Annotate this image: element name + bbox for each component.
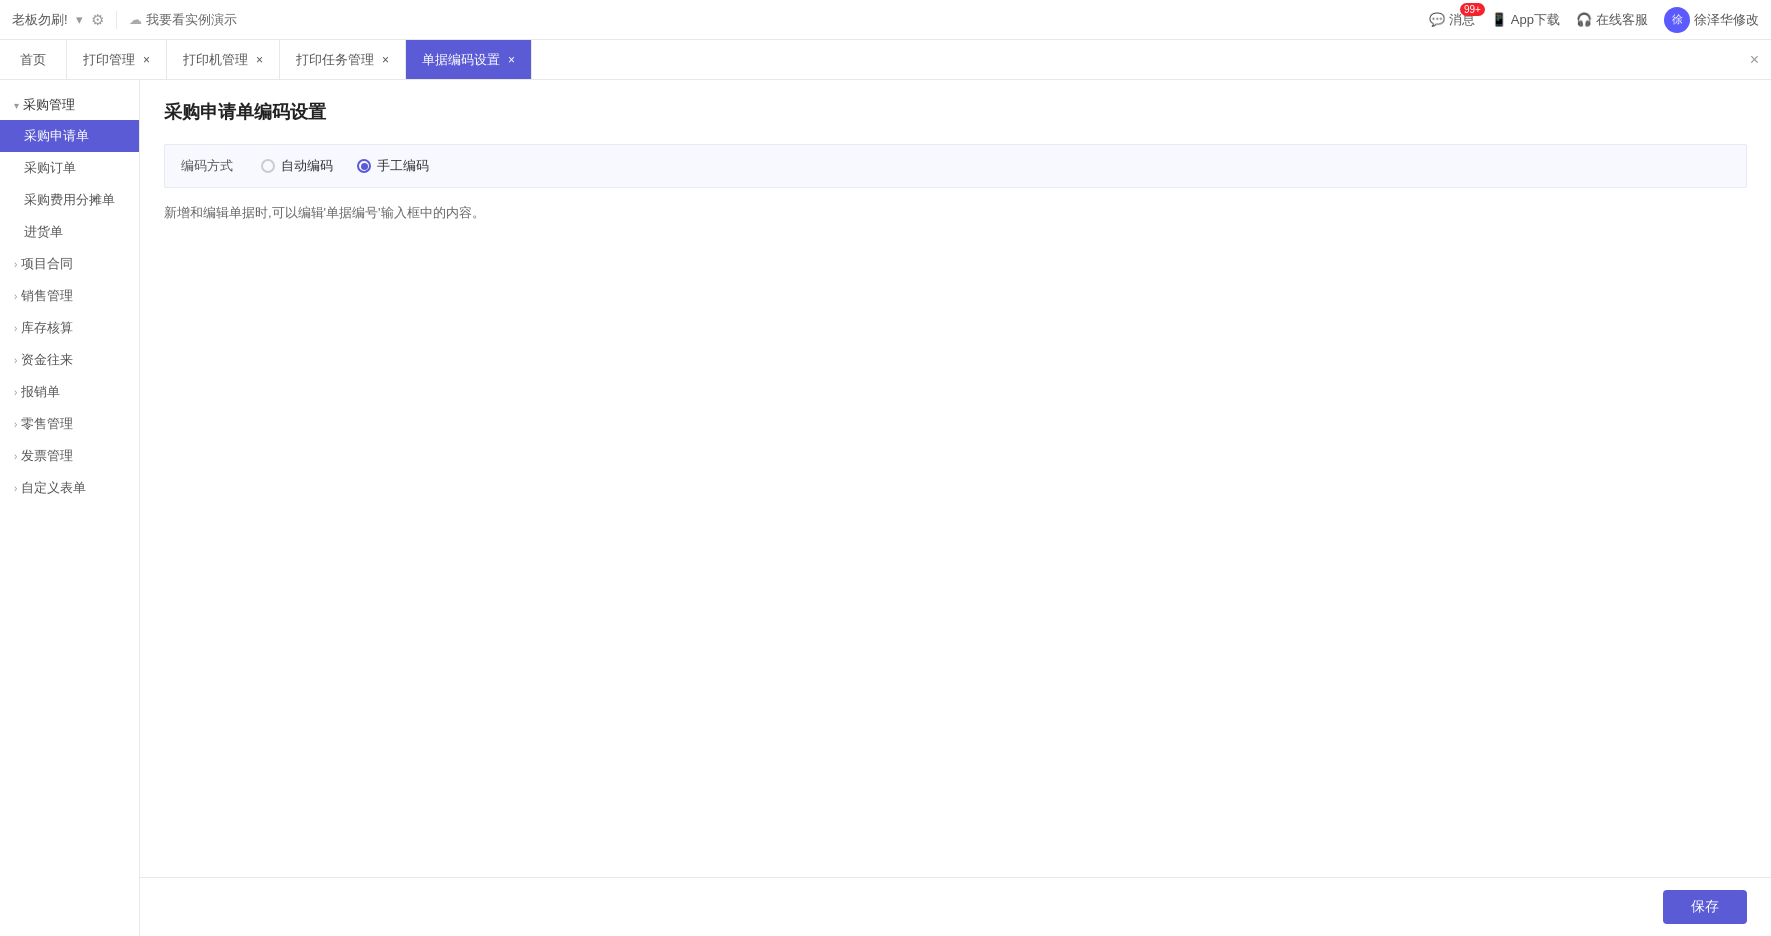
- brand-text[interactable]: 老板勿刷!: [12, 11, 68, 29]
- divider: [116, 11, 117, 29]
- close-all-tabs-button[interactable]: ×: [1738, 51, 1771, 69]
- cloud-icon: ☁: [129, 12, 142, 27]
- page-title: 采购申请单编码设置: [164, 100, 1747, 124]
- sidebar-group-funds[interactable]: › 资金往来: [0, 344, 139, 376]
- online-service-button[interactable]: 🎧 在线客服: [1576, 11, 1648, 29]
- encoding-method-label: 编码方式: [181, 157, 261, 175]
- phone-icon: 📱: [1491, 12, 1507, 27]
- tab-printer-management[interactable]: 打印机管理 ×: [167, 40, 280, 79]
- tab-close-printer-management[interactable]: ×: [256, 53, 263, 67]
- save-button[interactable]: 保存: [1663, 890, 1747, 924]
- avatar: 徐: [1664, 7, 1690, 33]
- manual-encoding-radio[interactable]: 手工编码: [357, 157, 429, 175]
- tab-home[interactable]: 首页: [0, 40, 67, 79]
- expand-arrow-expense: ›: [14, 387, 17, 398]
- encoding-radio-group: 自动编码 手工编码: [261, 157, 429, 175]
- sidebar-item-goods-receipt[interactable]: 进货单: [0, 216, 139, 248]
- top-bar: 老板勿刷! ▾ ⚙ ☁ 我要看实例演示 💬 消息 99+ 📱 App下载 🎧 在…: [0, 0, 1771, 40]
- expand-arrow-custom: ›: [14, 483, 17, 494]
- auto-encoding-circle: [261, 159, 275, 173]
- hint-text: 新增和编辑单据时,可以编辑'单据编号'输入框中的内容。: [164, 204, 1747, 222]
- encoding-method-row: 编码方式 自动编码 手工编码: [164, 144, 1747, 188]
- auto-encoding-radio[interactable]: 自动编码: [261, 157, 333, 175]
- sidebar-group-inventory[interactable]: › 库存核算: [0, 312, 139, 344]
- tab-close-document-code-settings[interactable]: ×: [508, 53, 515, 67]
- gear-icon[interactable]: ⚙: [91, 11, 104, 29]
- manual-encoding-circle: [357, 159, 371, 173]
- sidebar-group-retail[interactable]: › 零售管理: [0, 408, 139, 440]
- sidebar-group-sales[interactable]: › 销售管理: [0, 280, 139, 312]
- sidebar-group-purchase: ▾ 采购管理 采购申请单 采购订单 采购费用分摊单 进货单: [0, 88, 139, 248]
- expand-arrow-retail: ›: [14, 419, 17, 430]
- message-button[interactable]: 💬 消息 99+: [1429, 11, 1475, 29]
- tab-close-print-management[interactable]: ×: [143, 53, 150, 67]
- top-bar-left: 老板勿刷! ▾ ⚙ ☁ 我要看实例演示: [12, 11, 237, 29]
- expand-arrow-invoice: ›: [14, 451, 17, 462]
- expand-arrow-funds: ›: [14, 355, 17, 366]
- message-icon: 💬: [1429, 12, 1445, 27]
- user-menu[interactable]: 徐 徐泽华修改: [1664, 7, 1759, 33]
- content-inner: 采购申请单编码设置 编码方式 自动编码 手工编码: [140, 80, 1771, 877]
- main-layout: ▾ 采购管理 采购申请单 采购订单 采购费用分摊单 进货单 › 项目合同 › 销…: [0, 80, 1771, 936]
- collapse-arrow-purchase: ▾: [14, 100, 19, 111]
- expand-arrow-sales: ›: [14, 291, 17, 302]
- sidebar-item-purchase-order[interactable]: 采购订单: [0, 152, 139, 184]
- content-area: 采购申请单编码设置 编码方式 自动编码 手工编码: [140, 80, 1771, 936]
- sidebar-group-custom-form[interactable]: › 自定义表单: [0, 472, 139, 504]
- sidebar-group-invoice[interactable]: › 发票管理: [0, 440, 139, 472]
- tab-bar: 首页 打印管理 × 打印机管理 × 打印任务管理 × 单据编码设置 × ×: [0, 40, 1771, 80]
- sidebar-group-header-purchase[interactable]: ▾ 采购管理: [0, 88, 139, 120]
- expand-arrow-project: ›: [14, 259, 17, 270]
- tab-print-task-management[interactable]: 打印任务管理 ×: [280, 40, 406, 79]
- tab-document-code-settings[interactable]: 单据编码设置 ×: [406, 40, 532, 79]
- top-bar-right: 💬 消息 99+ 📱 App下载 🎧 在线客服 徐 徐泽华修改: [1429, 7, 1759, 33]
- chevron-icon[interactable]: ▾: [76, 12, 83, 27]
- sidebar-group-project-contract[interactable]: › 项目合同: [0, 248, 139, 280]
- message-badge: 99+: [1460, 3, 1485, 16]
- sidebar-item-purchase-request[interactable]: 采购申请单: [0, 120, 139, 152]
- radio-selected-dot: [361, 163, 368, 170]
- sidebar-item-purchase-expense[interactable]: 采购费用分摊单: [0, 184, 139, 216]
- demo-link[interactable]: ☁ 我要看实例演示: [129, 11, 237, 29]
- tab-print-management[interactable]: 打印管理 ×: [67, 40, 167, 79]
- expand-arrow-inventory: ›: [14, 323, 17, 334]
- content-footer: 保存: [140, 877, 1771, 936]
- sidebar-group-expense-claim[interactable]: › 报销单: [0, 376, 139, 408]
- tab-close-print-task-management[interactable]: ×: [382, 53, 389, 67]
- app-download-button[interactable]: 📱 App下载: [1491, 11, 1560, 29]
- headset-icon: 🎧: [1576, 12, 1592, 27]
- settings-form: 编码方式 自动编码 手工编码: [164, 144, 1747, 222]
- sidebar: ▾ 采购管理 采购申请单 采购订单 采购费用分摊单 进货单 › 项目合同 › 销…: [0, 80, 140, 936]
